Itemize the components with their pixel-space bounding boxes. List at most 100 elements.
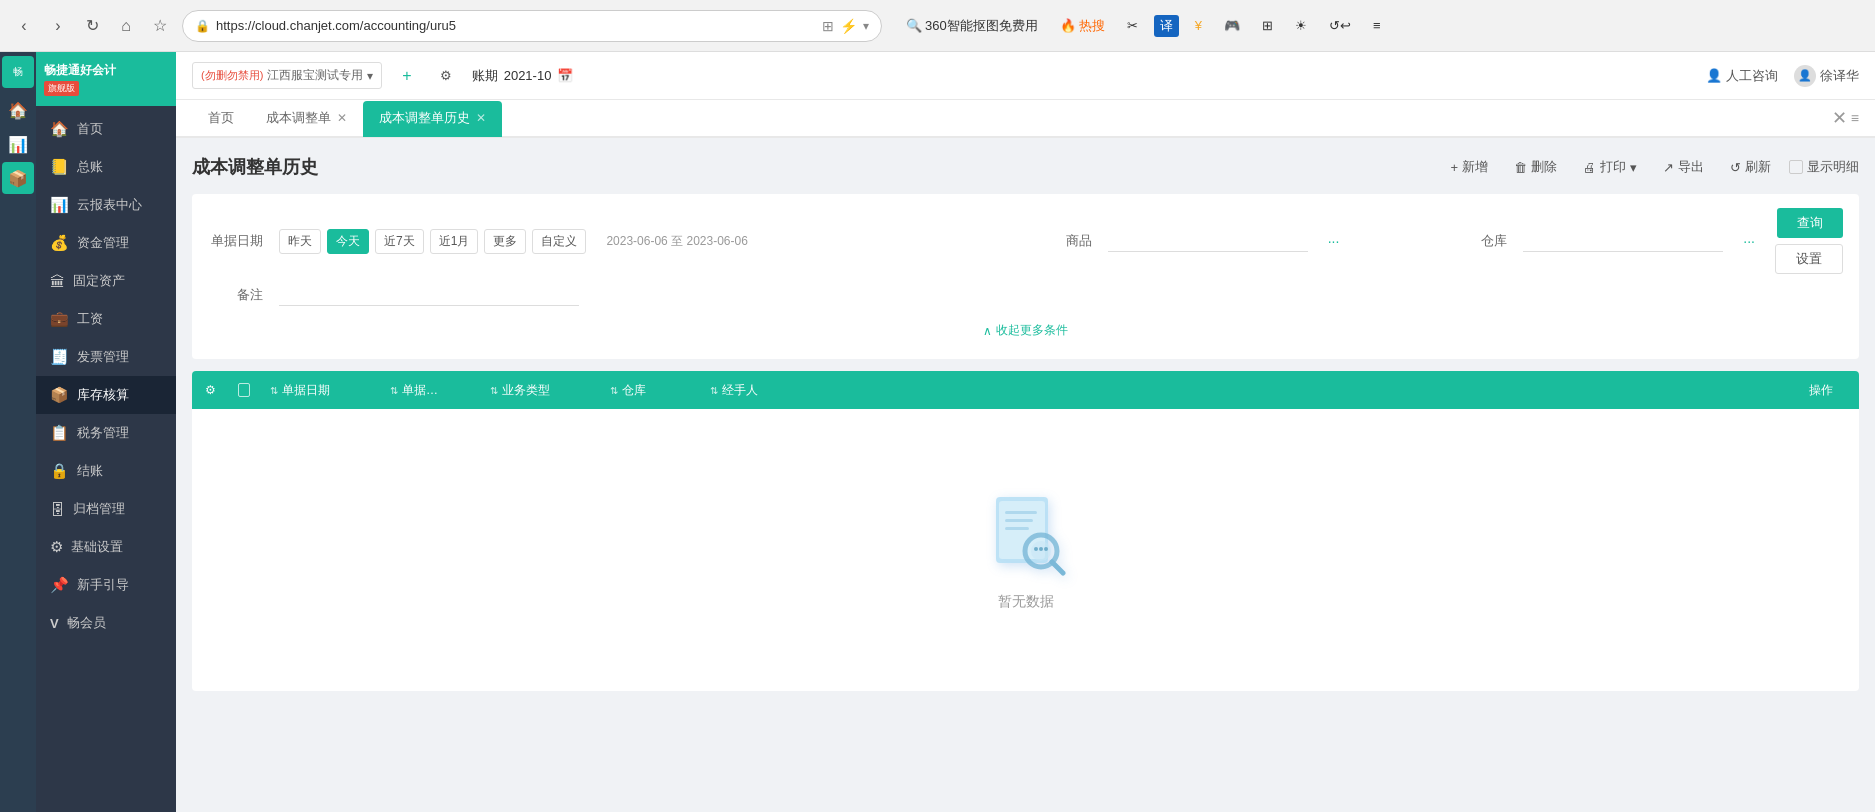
company-settings-button[interactable]: ⚙: [432, 64, 460, 87]
lightning-icon: ⚡: [840, 18, 857, 34]
vip-icon: V: [50, 616, 59, 631]
filter-actions: 查询 设置: [1775, 208, 1843, 274]
search-icon: 🔍: [906, 18, 922, 33]
warehouse-dots[interactable]: ···: [1743, 233, 1755, 249]
th-warehouse[interactable]: ⇅ 仓库: [600, 382, 700, 399]
scissors-tool[interactable]: ✂: [1121, 14, 1144, 37]
th-date[interactable]: ⇅ 单据日期: [260, 382, 380, 399]
tab-cost-adjust-history[interactable]: 成本调整单历史 ✕: [363, 101, 502, 137]
sidebar-item-capital[interactable]: 💰 资金管理: [36, 224, 176, 262]
print-button[interactable]: 🖨 打印 ▾: [1575, 154, 1645, 180]
th-type[interactable]: ⇅ 业务类型: [480, 382, 600, 399]
address-bar[interactable]: 🔒 https://cloud.chanjet.com/accounting/u…: [182, 10, 882, 42]
company-selector[interactable]: (勿删勿禁用) 江西服宝测试专用 ▾: [192, 62, 382, 89]
svg-point-10: [1044, 547, 1048, 551]
icon-sidebar: 畅 🏠 📊 📦: [0, 52, 36, 812]
sidebar-item-salary[interactable]: 💼 工资: [36, 300, 176, 338]
date-btn-today[interactable]: 今天: [327, 229, 369, 254]
tab-home[interactable]: 首页: [192, 101, 250, 137]
sidebar-item-fixed-assets[interactable]: 🏛 固定资产: [36, 262, 176, 300]
calendar-icon[interactable]: 📅: [557, 68, 573, 83]
refresh-button[interactable]: ↻: [78, 12, 106, 40]
game-tool[interactable]: 🎮: [1218, 14, 1246, 37]
new-button[interactable]: + 新增: [1442, 154, 1496, 180]
select-all-checkbox[interactable]: [238, 383, 250, 397]
more-tabs-button[interactable]: ≡: [1851, 110, 1859, 126]
sidebar-item-settings[interactable]: ⚙ 基础设置: [36, 528, 176, 566]
wallet-tool[interactable]: ¥: [1189, 14, 1208, 37]
undo-tool[interactable]: ↺↩: [1323, 14, 1357, 37]
th-gear[interactable]: ⚙: [192, 383, 228, 397]
tabs-bar: 首页 成本调整单 ✕ 成本调整单历史 ✕ ✕ ≡: [176, 100, 1875, 138]
icon-sidebar-item-1[interactable]: 🏠: [2, 94, 34, 126]
period-value: 2021-10: [504, 68, 552, 83]
display-checkbox[interactable]: [1789, 160, 1803, 174]
refresh-button[interactable]: ↺ 刷新: [1722, 154, 1779, 180]
date-btn-custom[interactable]: 自定义: [532, 229, 586, 254]
table-header: ⚙ ⇅ 单据日期 ⇅ 单据… ⇅ 业务类型: [192, 371, 1859, 409]
icon-sidebar-top1: 畅: [2, 56, 34, 88]
add-company-button[interactable]: +: [394, 63, 419, 89]
tab-cost-adjust[interactable]: 成本调整单 ✕: [250, 101, 363, 137]
sidebar-item-guide[interactable]: 📌 新手引导: [36, 566, 176, 604]
tab-cost-adjust-close[interactable]: ✕: [337, 111, 347, 125]
th-num[interactable]: ⇅ 单据…: [380, 382, 480, 399]
svg-point-9: [1039, 547, 1043, 551]
tab-cost-adjust-history-close[interactable]: ✕: [476, 111, 486, 125]
query-button[interactable]: 查询: [1777, 208, 1843, 238]
sidebar-item-home[interactable]: 🏠 首页: [36, 110, 176, 148]
menu-tool[interactable]: ≡: [1367, 14, 1387, 37]
goods-dots[interactable]: ···: [1328, 233, 1340, 249]
sidebar-item-ledger[interactable]: 📒 总账: [36, 148, 176, 186]
search-box[interactable]: 🔍 360智能抠图免费用: [900, 13, 1044, 39]
sort-handler-icon: ⇅: [710, 385, 718, 396]
hot-search[interactable]: 🔥 热搜: [1054, 13, 1111, 39]
svg-rect-2: [1005, 511, 1037, 514]
home-button[interactable]: ⌂: [112, 12, 140, 40]
date-btn-yesterday[interactable]: 昨天: [279, 229, 321, 254]
filter-settings-button[interactable]: 设置: [1775, 244, 1843, 274]
forward-button[interactable]: ›: [44, 12, 72, 40]
svg-rect-3: [1005, 519, 1033, 522]
svg-line-7: [1052, 562, 1063, 573]
page-content: 成本调整单历史 + 新增 🗑 删除 🖨 打印 ▾: [176, 138, 1875, 812]
main-sidebar: 畅捷通好会计 旗舰版 🏠 首页 📒 总账 📊 云报表中心 💰 资金管理: [36, 52, 176, 812]
th-checkbox[interactable]: [228, 383, 260, 397]
consultant-button[interactable]: 👤 人工咨询: [1706, 67, 1778, 85]
icon-sidebar-item-2[interactable]: 📊: [2, 128, 34, 160]
sidebar-item-vip[interactable]: V 畅会员: [36, 604, 176, 642]
brightness-tool[interactable]: ☀: [1289, 14, 1313, 37]
back-button[interactable]: ‹: [10, 12, 38, 40]
note-input[interactable]: [279, 284, 579, 306]
sidebar-item-archive[interactable]: 🗄 归档管理: [36, 490, 176, 528]
sidebar-item-inventory[interactable]: 📦 库存核算: [36, 376, 176, 414]
browser-chrome: ‹ › ↻ ⌂ ☆ 🔒 https://cloud.chanjet.com/ac…: [0, 0, 1875, 52]
translate-tool[interactable]: 译: [1154, 15, 1179, 37]
delete-button[interactable]: 🗑 删除: [1506, 154, 1565, 180]
dropdown-arrow[interactable]: ▾: [863, 19, 869, 33]
close-window-button[interactable]: ✕: [1832, 107, 1847, 129]
sidebar-item-tax[interactable]: 📋 税务管理: [36, 414, 176, 452]
settings-icon: ⚙: [50, 538, 63, 556]
goods-input[interactable]: [1108, 230, 1308, 252]
reports-icon: 📊: [50, 196, 69, 214]
warehouse-input[interactable]: [1523, 230, 1723, 252]
date-btn-month[interactable]: 近1月: [430, 229, 479, 254]
star-button[interactable]: ☆: [146, 12, 174, 40]
svg-rect-4: [1005, 527, 1029, 530]
grid-tool[interactable]: ⊞: [1256, 14, 1279, 37]
display-toggle[interactable]: 显示明细: [1789, 158, 1859, 176]
user-button[interactable]: 👤 徐译华: [1794, 65, 1859, 87]
date-btn-more[interactable]: 更多: [484, 229, 526, 254]
sidebar-item-reports[interactable]: 📊 云报表中心: [36, 186, 176, 224]
user-avatar: 👤: [1794, 65, 1816, 87]
sidebar-item-invoice[interactable]: 🧾 发票管理: [36, 338, 176, 376]
th-handler[interactable]: ⇅ 经手人: [700, 382, 820, 399]
icon-sidebar-item-3[interactable]: 📦: [2, 162, 34, 194]
sort-warehouse-icon: ⇅: [610, 385, 618, 396]
collapse-button[interactable]: ∧ 收起更多条件: [208, 316, 1843, 345]
th-ops: 操作: [1799, 382, 1859, 399]
sidebar-item-closing[interactable]: 🔒 结账: [36, 452, 176, 490]
date-btn-week[interactable]: 近7天: [375, 229, 424, 254]
export-button[interactable]: ↗ 导出: [1655, 154, 1712, 180]
